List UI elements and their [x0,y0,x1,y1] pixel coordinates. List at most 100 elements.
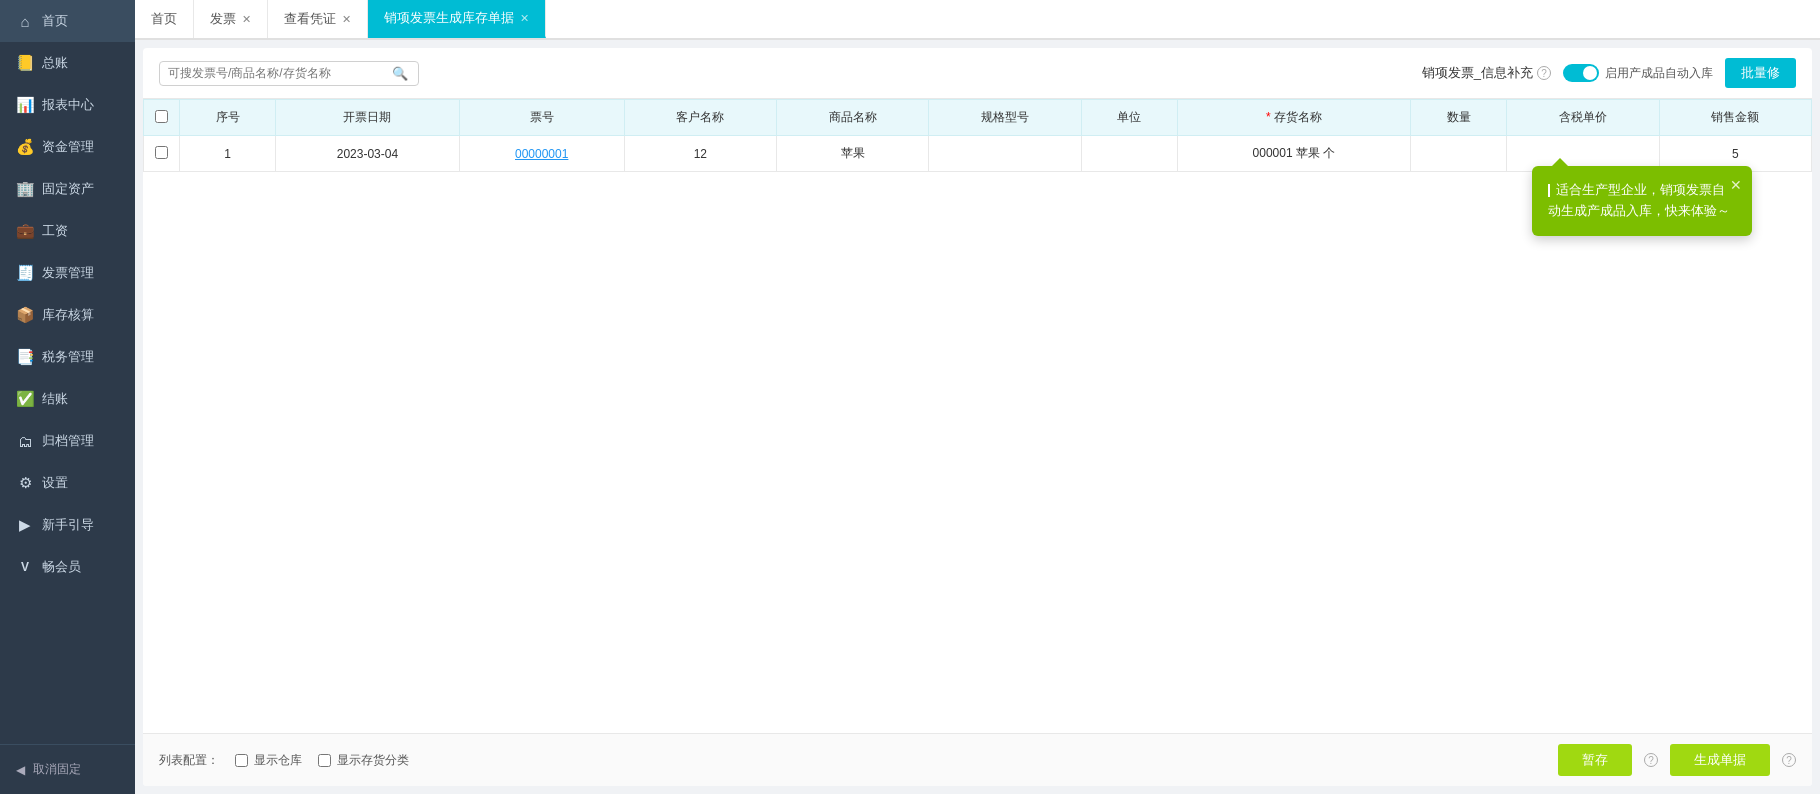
fixed-asset-icon: 🏢 [16,180,34,198]
inventory-icon: 📦 [16,306,34,324]
info-title-text: 销项发票_信息补充 [1422,64,1533,82]
unfix-label: 取消固定 [33,761,81,778]
sidebar-item-label: 税务管理 [42,348,94,366]
sidebar-bottom: ◀ 取消固定 [0,744,135,794]
sidebar-item-ledger[interactable]: 📒 总账 [0,42,135,84]
toggle-label: 启用产成品自动入库 [1605,65,1713,82]
row-date: 2023-03-04 [276,136,460,172]
toolbar: 🔍 销项发票_信息补充 ? 启用产成品自动入库 批量修 [143,48,1812,99]
tab-home[interactable]: 首页 [135,0,194,38]
show-warehouse-checkbox[interactable] [235,754,248,767]
sidebar-item-salary[interactable]: 💼 工资 [0,210,135,252]
row-number: 00000001 [459,136,624,172]
search-input[interactable] [168,66,388,80]
sidebar-item-fixed-asset[interactable]: 🏢 固定资产 [0,168,135,210]
info-label: 销项发票_信息补充 ? [1422,64,1551,82]
unfix-icon: ◀ [16,763,25,777]
sidebar-item-invoice-mgmt[interactable]: 🧾 发票管理 [0,252,135,294]
tooltip-popup: 适合生产型企业，销项发票自动生成产成品入库，快来体验～ ✕ [1532,166,1752,236]
th-inventory: 存货名称 [1177,100,1411,136]
config-label: 列表配置： [159,752,219,769]
tax-icon: 📑 [16,348,34,366]
tab-voucher[interactable]: 查看凭证 ✕ [268,0,368,38]
tooltip-cursor [1548,184,1550,197]
toggle-area: 启用产成品自动入库 [1563,64,1713,82]
row-customer: 12 [624,136,776,172]
auto-warehousing-toggle[interactable] [1563,64,1599,82]
sidebar-item-label: 结账 [42,390,68,408]
tab-stock-close[interactable]: ✕ [520,12,529,25]
show-category-label: 显示存货分类 [337,752,409,769]
save-help-icon[interactable]: ? [1644,753,1658,767]
th-qty: 数量 [1411,100,1507,136]
show-category-checkbox[interactable] [318,754,331,767]
row-checkbox[interactable] [155,146,168,159]
row-unit [1081,136,1177,172]
guide-icon: ▶ [16,516,34,534]
batch-modify-button[interactable]: 批量修 [1725,58,1796,88]
generate-button[interactable]: 生成单据 [1670,744,1770,776]
unfix-button[interactable]: ◀ 取消固定 [0,753,135,786]
sidebar-item-archive[interactable]: 🗂 归档管理 [0,420,135,462]
sidebar-item-label: 发票管理 [42,264,94,282]
home-icon: ⌂ [16,13,34,30]
ledger-icon: 📒 [16,54,34,72]
save-button[interactable]: 暂存 [1558,744,1632,776]
toggle-knob [1583,66,1597,80]
sidebar-item-settings[interactable]: ⚙ 设置 [0,462,135,504]
th-number: 票号 [459,100,624,136]
info-help-icon[interactable]: ? [1537,66,1551,80]
generate-help-icon[interactable]: ? [1782,753,1796,767]
row-seq: 1 [180,136,276,172]
row-checkbox-cell [144,136,180,172]
tab-invoice-close[interactable]: ✕ [242,13,251,26]
sidebar-item-closing[interactable]: ✅ 结账 [0,378,135,420]
sidebar-item-home[interactable]: ⌂ 首页 [0,0,135,42]
table-header-row: 序号 开票日期 票号 客户名称 商品名称 [144,100,1812,136]
tab-stock[interactable]: 销项发票生成库存单据 ✕ [368,0,546,38]
th-amount: 销售金额 [1659,100,1811,136]
footer: 列表配置： 显示仓库 显示存货分类 暂存 ? 生成单据 ? [143,733,1812,786]
row-number-link[interactable]: 00000001 [515,147,568,161]
sidebar-item-guide[interactable]: ▶ 新手引导 [0,504,135,546]
sidebar-item-tax[interactable]: 📑 税务管理 [0,336,135,378]
salary-icon: 💼 [16,222,34,240]
row-qty [1411,136,1507,172]
sidebar-item-label: 新手引导 [42,516,94,534]
sidebar-item-label: 畅会员 [42,558,81,576]
th-goods: 商品名称 [776,100,928,136]
search-box[interactable]: 🔍 [159,61,419,86]
sidebar-item-label: 资金管理 [42,138,94,156]
tooltip-text: 适合生产型企业，销项发票自动生成产成品入库，快来体验～ [1548,182,1730,218]
tab-invoice-label: 发票 [210,10,236,28]
report-icon: 📊 [16,96,34,114]
sidebar-item-vip[interactable]: V 畅会员 [0,546,135,588]
sidebar-item-report[interactable]: 📊 报表中心 [0,84,135,126]
sidebar-item-label: 设置 [42,474,68,492]
closing-icon: ✅ [16,390,34,408]
row-spec [929,136,1081,172]
th-unit: 单位 [1081,100,1177,136]
th-date: 开票日期 [276,100,460,136]
tab-voucher-close[interactable]: ✕ [342,13,351,26]
show-category-group: 显示存货分类 [318,752,409,769]
tooltip-close-button[interactable]: ✕ [1730,174,1742,196]
footer-buttons: 暂存 ? 生成单据 ? [1558,744,1796,776]
sidebar-item-label: 报表中心 [42,96,94,114]
fund-icon: 💰 [16,138,34,156]
select-all-checkbox[interactable] [155,110,168,123]
search-icon: 🔍 [392,66,408,81]
sidebar-item-fund[interactable]: 💰 资金管理 [0,126,135,168]
tab-invoice[interactable]: 发票 ✕ [194,0,268,38]
th-tax-price: 含税单价 [1507,100,1659,136]
th-spec: 规格型号 [929,100,1081,136]
archive-icon: 🗂 [16,433,34,450]
row-inventory: 000001 苹果 个 [1177,136,1411,172]
content-area: 🔍 销项发票_信息补充 ? 启用产成品自动入库 批量修 [143,48,1812,786]
tab-bar: 首页 发票 ✕ 查看凭证 ✕ 销项发票生成库存单据 ✕ [135,0,1820,40]
sidebar-item-inventory[interactable]: 📦 库存核算 [0,294,135,336]
sidebar-item-label: 工资 [42,222,68,240]
th-checkbox [144,100,180,136]
sidebar-item-label: 库存核算 [42,306,94,324]
sidebar-item-label: 归档管理 [42,432,94,450]
